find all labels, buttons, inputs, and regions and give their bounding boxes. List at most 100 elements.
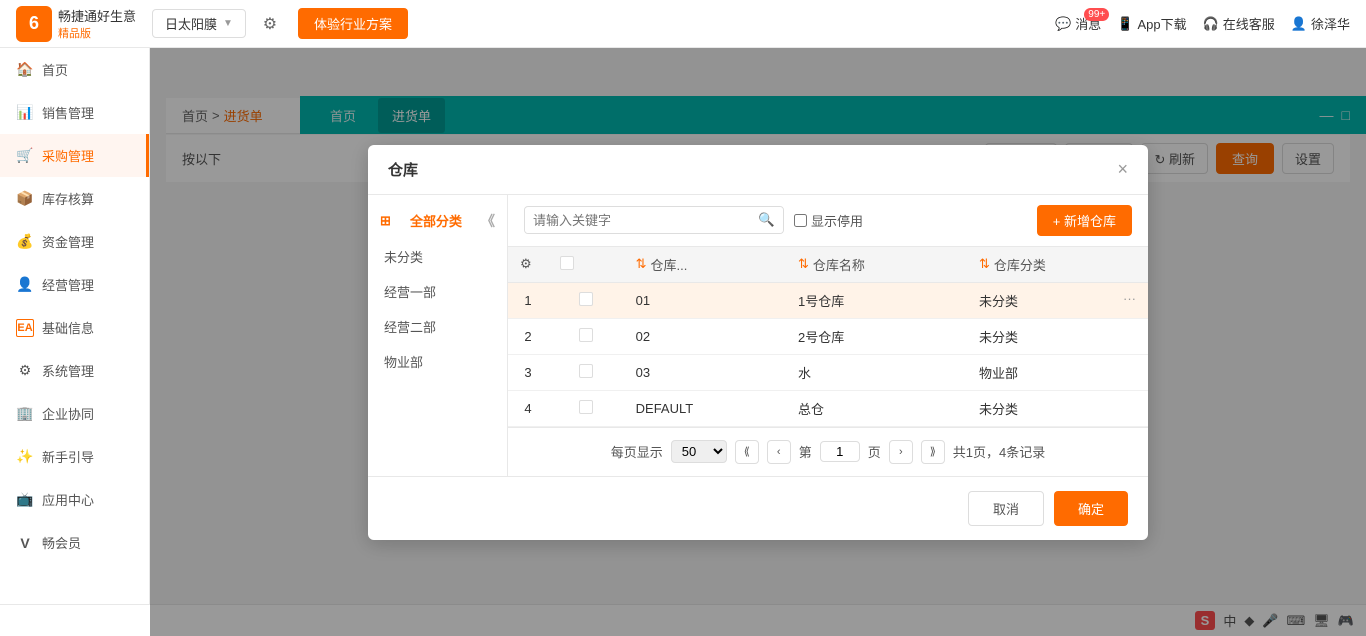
pagination: 每页显示 50 100 ⟪ ‹ 第 页 › ⟫ 共 — [508, 427, 1148, 476]
row-checkbox[interactable] — [548, 282, 624, 318]
operations-icon: 👤 — [16, 276, 34, 294]
brand-text: 畅捷通好生意 精品版 — [58, 6, 136, 41]
grid-icon: ⊞ — [380, 213, 391, 229]
th-category[interactable]: ⇅ 仓库分类 — [967, 247, 1148, 283]
table-row[interactable]: 3 03 水 物业部 — [508, 354, 1148, 390]
finance-icon: 💰 — [16, 233, 34, 251]
row-name: 1号仓库 — [786, 282, 967, 318]
new-warehouse-button[interactable]: + 新增仓库 — [1037, 205, 1132, 236]
show-disabled-toggle[interactable]: 显示停用 — [794, 211, 863, 230]
modal-header: 仓库 × — [368, 145, 1148, 195]
th-code[interactable]: ⇅ 仓库... — [624, 247, 786, 283]
message-badge: 99+ — [1084, 8, 1109, 21]
category-item-uncategorized[interactable]: 未分类 — [368, 239, 507, 274]
row-code: 01 — [624, 282, 786, 318]
sidebar-label-home: 首页 — [42, 60, 68, 79]
row-checkbox[interactable] — [548, 390, 624, 426]
row-checkbox[interactable] — [548, 354, 624, 390]
search-input[interactable] — [525, 208, 750, 233]
category-item-property[interactable]: 物业部 — [368, 344, 507, 379]
sidebar-label-finance: 资金管理 — [42, 232, 94, 251]
home-icon: 🏠 — [16, 61, 34, 79]
app-download-button[interactable]: 📱 App下载 — [1117, 14, 1186, 33]
modal-footer: 取消 确定 — [368, 476, 1148, 540]
sidebar-item-purchase[interactable]: 🛒 采购管理 — [0, 134, 149, 177]
warehouse-table: ⚙ ⇅ 仓库... — [508, 247, 1148, 427]
message-icon: 💬 — [1055, 16, 1071, 32]
sidebar-label-operations: 经营管理 — [42, 275, 94, 294]
online-service-button[interactable]: 🎧 在线客服 — [1203, 14, 1275, 33]
sidebar-label-vip: 畅会员 — [42, 533, 81, 552]
table-scroll-area: ⚙ ⇅ 仓库... — [508, 247, 1148, 427]
row-index: 1 — [508, 282, 548, 318]
sidebar-item-home[interactable]: 🏠 首页 — [0, 48, 149, 91]
sidebar-label-guide: 新手引导 — [42, 447, 94, 466]
collapse-icon[interactable]: 《 — [481, 211, 495, 231]
trial-button[interactable]: 体验行业方案 — [298, 8, 408, 39]
row-category: 未分类 — [967, 390, 1148, 426]
modal-close-button[interactable]: × — [1117, 160, 1128, 178]
settings-icon[interactable]: ⚙ — [254, 8, 286, 40]
modal-right-panel: 🔍 显示停用 + 新增仓库 — [508, 195, 1148, 476]
sidebar-item-operations[interactable]: 👤 经营管理 — [0, 263, 149, 306]
prev-page-button[interactable]: ‹ — [767, 440, 791, 464]
row-category: 未分类 ··· — [967, 282, 1148, 318]
top-header: 6 畅捷通好生意 精品版 日太阳膜 ▼ ⚙ 体验行业方案 💬 消息 99+ 📱 … — [0, 0, 1366, 48]
inventory-icon: 📦 — [16, 190, 34, 208]
sidebar-item-finance[interactable]: 💰 资金管理 — [0, 220, 149, 263]
sidebar-item-vip[interactable]: V 畅会员 — [0, 521, 149, 564]
sidebar-label-system: 系统管理 — [42, 361, 94, 380]
sidebar-item-system[interactable]: ⚙ 系统管理 — [0, 349, 149, 392]
row-checkbox[interactable] — [548, 318, 624, 354]
table-row[interactable]: 1 01 1号仓库 未分类 ··· — [508, 282, 1148, 318]
guide-icon: ✨ — [16, 448, 34, 466]
page-num-label: 第 — [799, 442, 812, 461]
page-number-input[interactable] — [820, 441, 860, 462]
show-disabled-checkbox[interactable] — [794, 214, 807, 227]
category-item-ops1[interactable]: 经营一部 — [368, 274, 507, 309]
sidebar-item-inventory[interactable]: 📦 库存核算 — [0, 177, 149, 220]
system-icon: ⚙ — [16, 362, 34, 380]
table-row[interactable]: 2 02 2号仓库 未分类 — [508, 318, 1148, 354]
sort-icon-code: ⇅ — [636, 256, 647, 272]
next-page-button[interactable]: › — [889, 440, 913, 464]
sidebar-item-sales[interactable]: 📊 销售管理 — [0, 91, 149, 134]
apps-icon: 📺 — [16, 491, 34, 509]
first-page-button[interactable]: ⟪ — [735, 440, 759, 464]
sidebar-item-guide[interactable]: ✨ 新手引导 — [0, 435, 149, 478]
sidebar: 🏠 首页 📊 销售管理 🛒 采购管理 📦 库存核算 💰 资金管理 👤 经营管理 … — [0, 48, 150, 636]
user-profile-button[interactable]: 👤 徐泽华 — [1291, 14, 1350, 33]
purchase-icon: 🛒 — [16, 147, 34, 165]
last-page-button[interactable]: ⟫ — [921, 440, 945, 464]
cancel-button[interactable]: 取消 — [968, 491, 1044, 526]
sidebar-item-apps[interactable]: 📺 应用中心 — [0, 478, 149, 521]
messages-button[interactable]: 💬 消息 99+ — [1055, 14, 1101, 33]
main-content: 首页 进货单 — □ 首页 > 进货单 按以下 🖨 打印 — [150, 48, 1366, 636]
vip-icon: V — [16, 534, 34, 552]
company-selector[interactable]: 日太阳膜 ▼ — [152, 9, 246, 38]
row-index: 2 — [508, 318, 548, 354]
modal-title: 仓库 — [388, 159, 418, 180]
sidebar-label-inventory: 库存核算 — [42, 189, 94, 208]
category-item-ops2[interactable]: 经营二部 — [368, 309, 507, 344]
category-header[interactable]: ⊞ 全部分类 《 — [368, 203, 507, 239]
header-right: 💬 消息 99+ 📱 App下载 🎧 在线客服 👤 徐泽华 — [1055, 14, 1350, 33]
table-row[interactable]: 4 DEFAULT 总仓 未分类 — [508, 390, 1148, 426]
company-name: 日太阳膜 — [165, 14, 217, 33]
th-name[interactable]: ⇅ 仓库名称 — [786, 247, 967, 283]
warehouse-modal: 仓库 × ⊞ 全部分类 《 未分类 经营一部 经营二部 — [368, 145, 1148, 540]
page-size-select[interactable]: 50 100 — [671, 440, 727, 463]
modal-overlay: 仓库 × ⊞ 全部分类 《 未分类 经营一部 经营二部 — [150, 48, 1366, 636]
confirm-button[interactable]: 确定 — [1054, 491, 1128, 526]
sidebar-item-basic-info[interactable]: EA 基础信息 — [0, 306, 149, 349]
total-info: 共1页，4条记录 — [953, 442, 1045, 461]
category-sidebar: ⊞ 全部分类 《 未分类 经营一部 经营二部 物业部 — [368, 195, 508, 476]
sidebar-label-sales: 销售管理 — [42, 103, 94, 122]
mobile-icon: 📱 — [1117, 16, 1133, 32]
page-size-label: 每页显示 — [611, 442, 663, 461]
headset-icon: 🎧 — [1203, 16, 1219, 32]
modal-body: ⊞ 全部分类 《 未分类 经营一部 经营二部 物业部 — [368, 195, 1148, 476]
row-actions-icon[interactable]: ··· — [1123, 291, 1136, 306]
search-button[interactable]: 🔍 — [750, 207, 783, 233]
sidebar-item-enterprise[interactable]: 🏢 企业协同 — [0, 392, 149, 435]
